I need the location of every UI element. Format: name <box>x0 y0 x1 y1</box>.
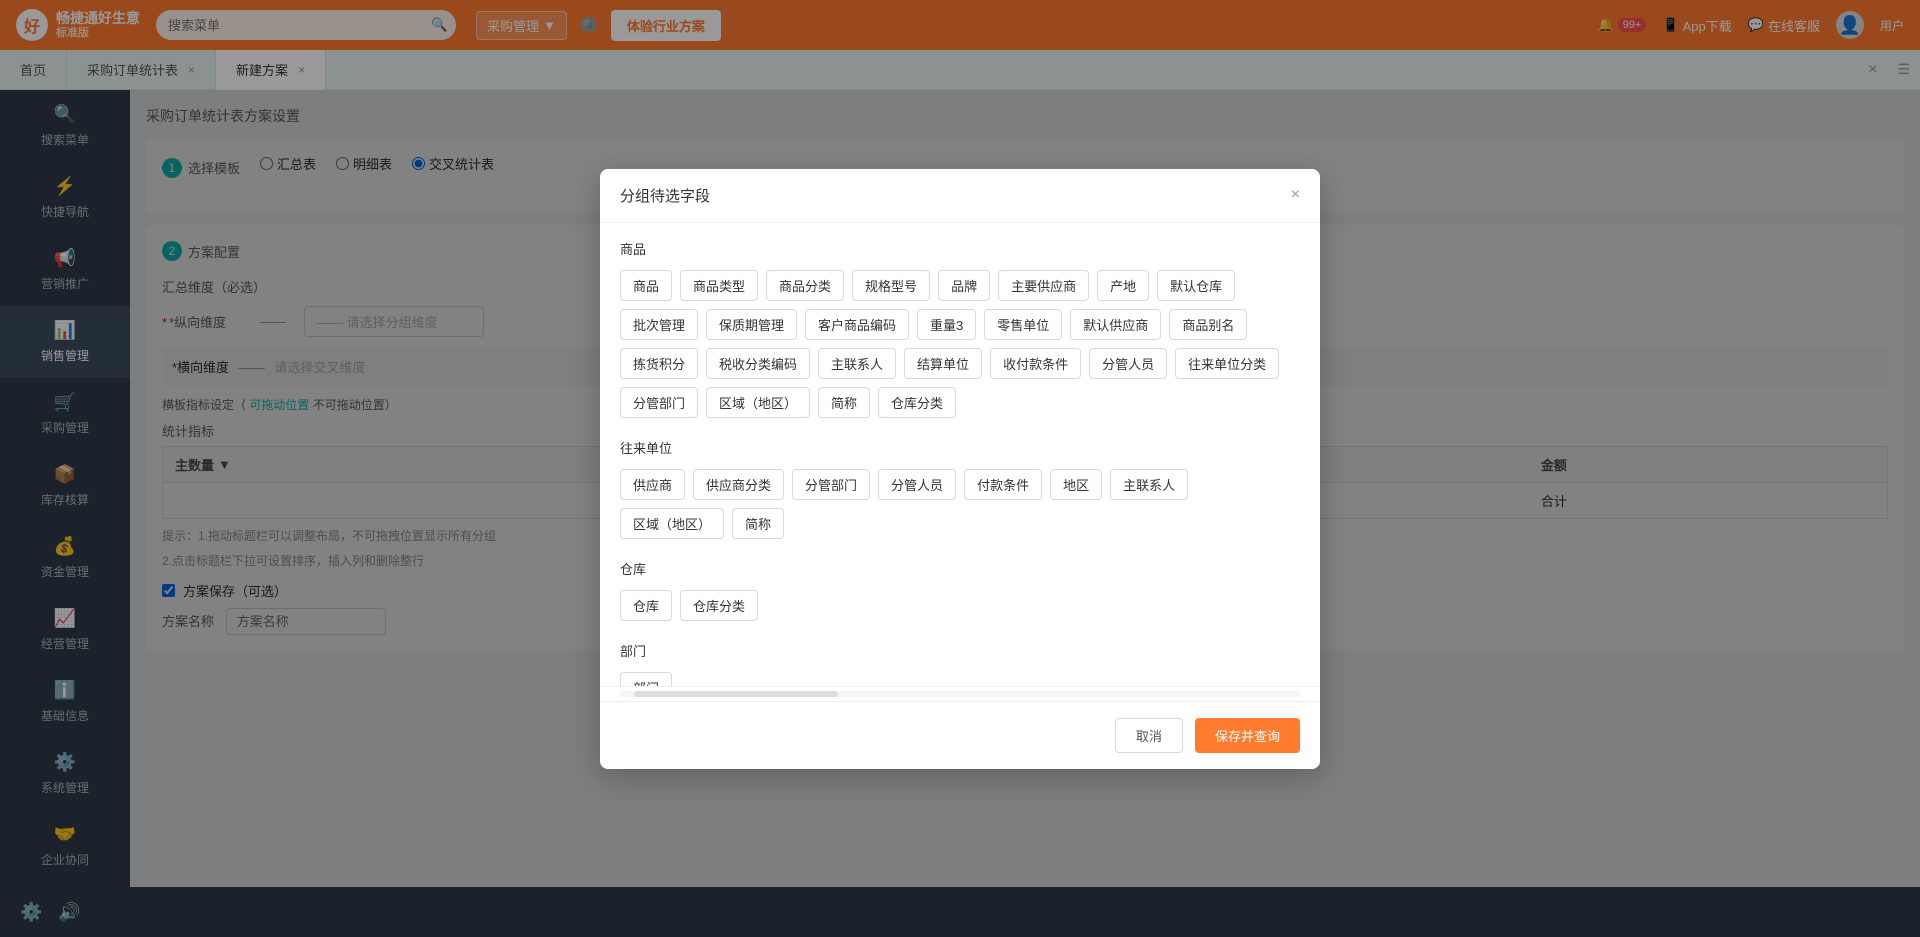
section-goods-tags: 商品 商品类型 商品分类 规格型号 品牌 主要供应商 产地 默认仓库 批次管理 … <box>620 270 1300 418</box>
section-partner-tags: 供应商 供应商分类 分管部门 分管人员 付款条件 地区 主联系人 区域（地区） … <box>620 469 1300 539</box>
field-tag-person-partner[interactable]: 分管人员 <box>878 469 956 500</box>
section-dept-title: 部门 <box>620 641 1300 660</box>
dialog-header: 分组待选字段 × <box>600 169 1320 223</box>
group-field-dialog: 分组待选字段 × 商品 商品 商品类型 商品分类 规格型号 品牌 主要供应商 产… <box>600 169 1320 769</box>
field-tag-tax-code[interactable]: 税收分类编码 <box>706 348 810 379</box>
field-tag-warehouse-category[interactable]: 仓库分类 <box>878 387 956 418</box>
field-tag-region-goods[interactable]: 区域（地区） <box>706 387 810 418</box>
field-tag-supplier[interactable]: 供应商 <box>620 469 685 500</box>
field-tag-warehouse-cat[interactable]: 仓库分类 <box>680 590 758 621</box>
field-tag-goods[interactable]: 商品 <box>620 270 672 301</box>
field-tag-expiry[interactable]: 保质期管理 <box>706 309 797 340</box>
field-tag-supervisor[interactable]: 分管人员 <box>1089 348 1167 379</box>
field-tag-partner-category[interactable]: 往来单位分类 <box>1175 348 1279 379</box>
section-goods-title: 商品 <box>620 239 1300 258</box>
field-tag-default-warehouse[interactable]: 默认仓库 <box>1157 270 1235 301</box>
field-tag-warehouse[interactable]: 仓库 <box>620 590 672 621</box>
scroll-thumb[interactable] <box>634 691 838 697</box>
section-dept-tags: 部门 <box>620 672 1300 686</box>
dialog-footer: 取消 保存并查询 <box>600 701 1320 769</box>
modal-overlay: 分组待选字段 × 商品 商品 商品类型 商品分类 规格型号 品牌 主要供应商 产… <box>0 0 1920 937</box>
field-tag-dept[interactable]: 部门 <box>620 672 672 686</box>
field-tag-main-supplier[interactable]: 主要供应商 <box>998 270 1089 301</box>
field-tag-supplier-category[interactable]: 供应商分类 <box>693 469 784 500</box>
field-tag-pick-points[interactable]: 拣货积分 <box>620 348 698 379</box>
field-tag-weight3[interactable]: 重量3 <box>917 309 976 340</box>
field-tag-dept-mgr[interactable]: 分管部门 <box>620 387 698 418</box>
section-warehouse-tags: 仓库 仓库分类 <box>620 590 1300 621</box>
field-tag-goods-alias[interactable]: 商品别名 <box>1169 309 1247 340</box>
field-tag-batch[interactable]: 批次管理 <box>620 309 698 340</box>
dialog-title: 分组待选字段 <box>620 185 710 206</box>
field-tag-origin[interactable]: 产地 <box>1097 270 1149 301</box>
field-tag-main-contact[interactable]: 主联系人 <box>818 348 896 379</box>
dialog-body: 商品 商品 商品类型 商品分类 规格型号 品牌 主要供应商 产地 默认仓库 批次… <box>600 223 1320 686</box>
field-tag-region-partner2[interactable]: 区域（地区） <box>620 508 724 539</box>
field-tag-default-supplier[interactable]: 默认供应商 <box>1070 309 1161 340</box>
section-dept: 部门 部门 <box>620 641 1300 686</box>
field-tag-brand[interactable]: 品牌 <box>938 270 990 301</box>
field-tag-payment-terms[interactable]: 收付款条件 <box>990 348 1081 379</box>
field-tag-spec-model[interactable]: 规格型号 <box>852 270 930 301</box>
section-warehouse: 仓库 仓库 仓库分类 <box>620 559 1300 621</box>
field-tag-region-partner[interactable]: 地区 <box>1050 469 1102 500</box>
section-partner: 往来单位 供应商 供应商分类 分管部门 分管人员 付款条件 地区 主联系人 区域… <box>620 438 1300 539</box>
field-tag-settle-unit[interactable]: 结算单位 <box>904 348 982 379</box>
field-tag-payment-cond[interactable]: 付款条件 <box>964 469 1042 500</box>
dialog-scroll-bar <box>600 686 1320 701</box>
field-tag-goods-type[interactable]: 商品类型 <box>680 270 758 301</box>
field-tag-goods-category[interactable]: 商品分类 <box>766 270 844 301</box>
field-tag-retail-unit[interactable]: 零售单位 <box>984 309 1062 340</box>
section-warehouse-title: 仓库 <box>620 559 1300 578</box>
field-tag-dept-partner[interactable]: 分管部门 <box>792 469 870 500</box>
section-partner-title: 往来单位 <box>620 438 1300 457</box>
field-tag-main-contact-partner[interactable]: 主联系人 <box>1110 469 1188 500</box>
section-goods: 商品 商品 商品类型 商品分类 规格型号 品牌 主要供应商 产地 默认仓库 批次… <box>620 239 1300 418</box>
field-tag-short-name-partner[interactable]: 简称 <box>732 508 784 539</box>
cancel-button[interactable]: 取消 <box>1115 718 1183 753</box>
dialog-close-button[interactable]: × <box>1291 186 1300 204</box>
field-tag-short-name[interactable]: 简称 <box>818 387 870 418</box>
field-tag-customer-code[interactable]: 客户商品编码 <box>805 309 909 340</box>
confirm-button[interactable]: 保存并查询 <box>1195 718 1300 753</box>
